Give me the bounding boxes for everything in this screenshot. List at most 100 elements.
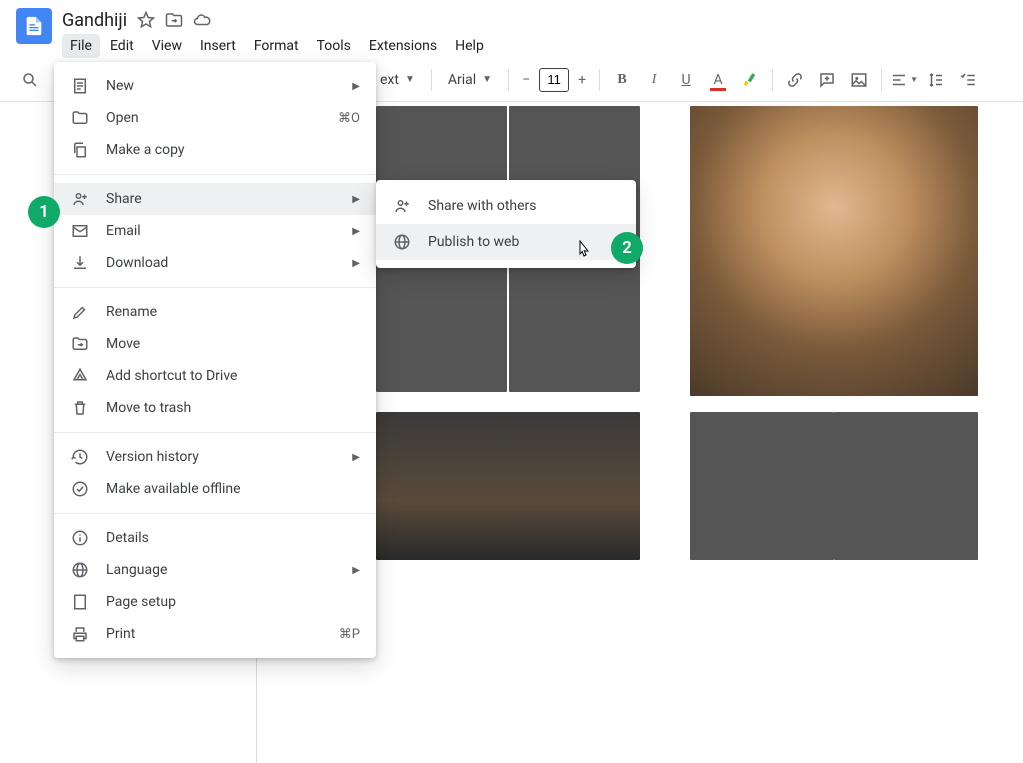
menu-item-label: Add shortcut to Drive xyxy=(106,368,360,384)
menu-item-print[interactable]: Print ⌘P xyxy=(54,618,376,650)
content-image[interactable] xyxy=(690,412,834,560)
document-title[interactable]: Gandhiji xyxy=(62,10,127,31)
content-image[interactable] xyxy=(834,412,978,560)
menu-item-label: Rename xyxy=(106,304,360,320)
menu-file[interactable]: File xyxy=(62,34,100,58)
font-size-input[interactable] xyxy=(539,68,569,92)
globe-icon xyxy=(70,560,90,580)
share-submenu: Share with others Publish to web xyxy=(376,180,636,268)
annotation-badge-1: 1 xyxy=(28,196,60,228)
offline-icon xyxy=(70,479,90,499)
menu-edit[interactable]: Edit xyxy=(102,34,142,58)
image-pair xyxy=(690,412,978,560)
menu-extensions[interactable]: Extensions xyxy=(361,34,445,58)
submenu-item-share-others[interactable]: Share with others xyxy=(376,188,636,224)
docs-logo[interactable] xyxy=(16,8,52,44)
italic-button[interactable]: I xyxy=(640,66,668,94)
trash-icon xyxy=(70,398,90,418)
menu-item-download[interactable]: Download ▶ xyxy=(54,247,376,279)
insert-image-button[interactable] xyxy=(845,66,873,94)
menu-item-accelerator: ⌘P xyxy=(339,627,360,642)
menu-insert[interactable]: Insert xyxy=(192,34,244,58)
separator xyxy=(508,69,509,91)
menu-item-trash[interactable]: Move to trash xyxy=(54,392,376,424)
menu-item-move[interactable]: Move xyxy=(54,328,376,360)
paragraph-style-select[interactable]: ext ▼ xyxy=(372,70,423,90)
menu-tools[interactable]: Tools xyxy=(309,34,359,58)
menu-item-rename[interactable]: Rename xyxy=(54,296,376,328)
menu-item-label: Download xyxy=(106,255,336,271)
menu-item-label: Version history xyxy=(106,449,336,465)
content-image[interactable] xyxy=(376,250,507,392)
email-icon xyxy=(70,221,90,241)
insert-link-button[interactable] xyxy=(781,66,809,94)
menu-item-label: Email xyxy=(106,223,336,239)
menu-divider xyxy=(54,513,376,514)
menu-item-label: Make available offline xyxy=(106,481,360,497)
menu-view[interactable]: View xyxy=(144,34,190,58)
menu-format[interactable]: Format xyxy=(246,34,307,58)
submenu-arrow-icon: ▶ xyxy=(352,226,360,237)
menu-item-details[interactable]: Details xyxy=(54,522,376,554)
history-icon xyxy=(70,447,90,467)
page-setup-icon xyxy=(70,592,90,612)
content-image[interactable] xyxy=(376,412,640,560)
decrease-font-button[interactable]: − xyxy=(517,72,535,88)
menu-item-email[interactable]: Email ▶ xyxy=(54,215,376,247)
menu-item-version-history[interactable]: Version history ▶ xyxy=(54,441,376,473)
menu-item-offline[interactable]: Make available offline xyxy=(54,473,376,505)
style-label: ext xyxy=(380,72,399,88)
menu-item-make-copy[interactable]: Make a copy xyxy=(54,134,376,166)
separator xyxy=(599,69,600,91)
menu-divider xyxy=(54,432,376,433)
menu-item-label: Language xyxy=(106,562,336,578)
menu-item-accelerator: ⌘O xyxy=(338,111,360,126)
font-select[interactable]: Arial ▼ xyxy=(440,70,500,90)
highlight-button[interactable] xyxy=(736,66,764,94)
menu-item-share[interactable]: Share ▶ xyxy=(54,183,376,215)
search-icon[interactable] xyxy=(16,66,44,94)
bold-button[interactable]: B xyxy=(608,66,636,94)
menu-item-label: Details xyxy=(106,530,360,546)
menu-item-open[interactable]: Open ⌘O xyxy=(54,102,376,134)
document-icon xyxy=(23,12,45,40)
line-spacing-button[interactable] xyxy=(922,66,950,94)
menu-item-page-setup[interactable]: Page setup xyxy=(54,586,376,618)
chevron-down-icon: ▼ xyxy=(910,75,918,84)
folder-icon xyxy=(70,108,90,128)
star-icon[interactable] xyxy=(137,11,155,29)
info-icon xyxy=(70,528,90,548)
font-label: Arial xyxy=(448,72,476,88)
move-icon xyxy=(70,334,90,354)
add-comment-button[interactable] xyxy=(813,66,841,94)
menu-item-label: Print xyxy=(106,626,323,642)
submenu-arrow-icon: ▶ xyxy=(352,258,360,269)
checklist-button[interactable] xyxy=(954,66,982,94)
menu-item-label: Make a copy xyxy=(106,142,360,158)
submenu-arrow-icon: ▶ xyxy=(352,194,360,205)
globe-icon xyxy=(392,232,412,252)
doc-icon xyxy=(70,76,90,96)
menu-help[interactable]: Help xyxy=(447,34,492,58)
title-area: Gandhiji File Edit View Insert Format To… xyxy=(62,8,1007,58)
menu-item-label: Open xyxy=(106,110,322,126)
underline-button[interactable]: U xyxy=(672,66,700,94)
cloud-status-icon[interactable] xyxy=(193,11,211,29)
menu-item-label: Share xyxy=(106,191,336,207)
header: Gandhiji File Edit View Insert Format To… xyxy=(0,0,1023,58)
move-folder-icon[interactable] xyxy=(165,11,183,29)
download-icon xyxy=(70,253,90,273)
content-image[interactable] xyxy=(509,250,640,392)
menu-item-add-shortcut[interactable]: Add shortcut to Drive xyxy=(54,360,376,392)
pencil-icon xyxy=(70,302,90,322)
increase-font-button[interactable]: + xyxy=(573,72,591,88)
content-image[interactable] xyxy=(690,106,978,396)
pointer-cursor-icon xyxy=(575,240,591,258)
separator xyxy=(431,69,432,91)
menu-item-new[interactable]: New ▶ xyxy=(54,70,376,102)
align-button[interactable]: ▼ xyxy=(890,66,918,94)
text-color-button[interactable]: A xyxy=(704,66,732,94)
submenu-item-publish-web[interactable]: Publish to web xyxy=(376,224,636,260)
menu-item-language[interactable]: Language ▶ xyxy=(54,554,376,586)
menu-item-label: Move to trash xyxy=(106,400,360,416)
